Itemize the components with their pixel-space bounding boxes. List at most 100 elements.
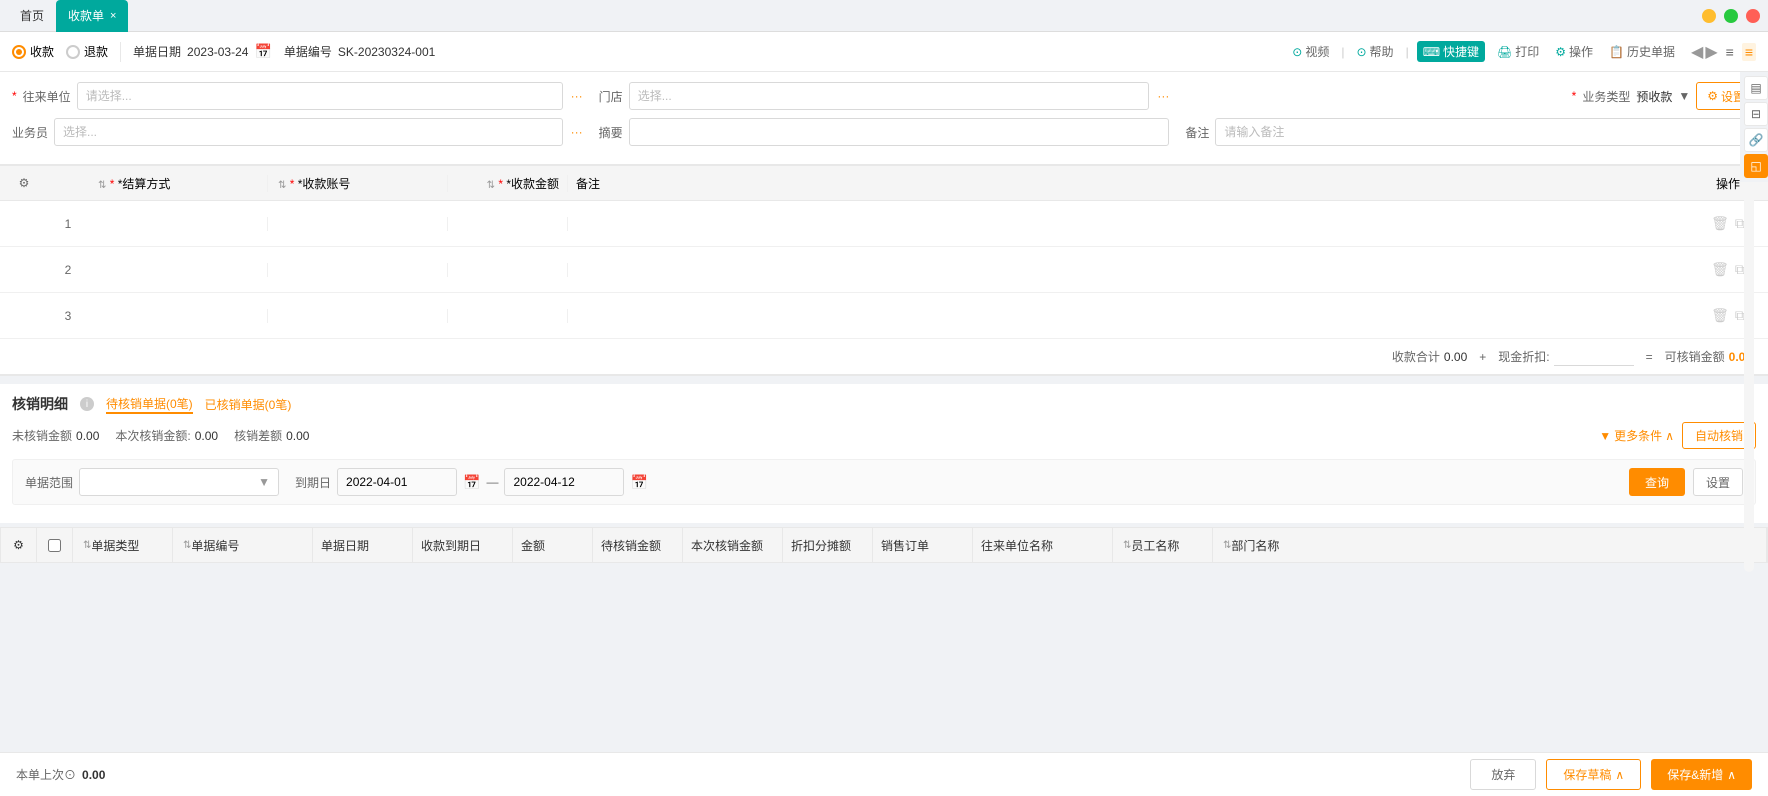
number-field: 单据编号 SK-20230324-001 <box>284 43 435 60</box>
range-select[interactable]: ▼ <box>79 468 279 496</box>
due-date-filter: 到期日 📅 — 📅 <box>295 468 648 496</box>
row-2-amount-input[interactable] <box>456 263 559 277</box>
receipt-radio-label: 收款 <box>30 43 54 60</box>
row-1-amount-input[interactable] <box>456 217 559 231</box>
panel-btn-4[interactable]: ◱ <box>1744 154 1768 178</box>
row-2-account-input[interactable] <box>276 263 439 277</box>
row-2-settlement-input[interactable] <box>96 263 259 277</box>
shortcut-btn[interactable]: ⌨ 快捷键 <box>1417 41 1485 62</box>
date-to-input[interactable] <box>504 468 624 496</box>
dt-col-pending: 待核销金额 <box>593 528 683 562</box>
calendar-icon[interactable]: 📅 <box>254 43 271 60</box>
row-2-remark-input[interactable] <box>576 263 1680 277</box>
dt-col-checkbox[interactable] <box>37 528 73 562</box>
row-2-account[interactable] <box>268 263 448 277</box>
diff-label: 核销差额 <box>234 427 282 444</box>
help-icon: ⊙ <box>1356 45 1366 59</box>
dt-col-this-verify: 本次核销金额 <box>683 528 783 562</box>
date-from-input[interactable] <box>337 468 457 496</box>
row-2-amount[interactable] <box>448 263 568 277</box>
help-btn[interactable]: ⊙ 帮助 <box>1352 41 1397 62</box>
tab-receipt-close[interactable]: × <box>110 10 116 22</box>
window-close[interactable] <box>1746 9 1760 23</box>
dt-select-all[interactable] <box>48 539 61 552</box>
business-type-required: * <box>1572 89 1577 103</box>
grid-view-icon[interactable]: ≡ <box>1726 44 1734 60</box>
row-3-delete-icon[interactable]: 🗑 <box>1711 307 1729 324</box>
remarks-input[interactable] <box>1215 118 1756 146</box>
row-2-action: 🗑 ⧉ <box>1688 261 1768 278</box>
row-3-settlement-input[interactable] <box>96 309 259 323</box>
verify-info-icon[interactable]: i <box>80 397 94 411</box>
date-value[interactable]: 2023-03-24 <box>187 45 248 59</box>
row-1-account[interactable] <box>268 217 448 231</box>
list-view-icon[interactable]: ≡ <box>1742 43 1756 61</box>
history-btn[interactable]: 📋 历史单据 <box>1605 41 1679 62</box>
row-3-account[interactable] <box>268 309 448 323</box>
salesperson-input[interactable] <box>54 118 563 146</box>
panel-btn-3[interactable]: 🔗 <box>1744 128 1768 152</box>
salesperson-dots[interactable]: ··· <box>571 125 583 139</box>
row-1-delete-icon[interactable]: 🗑 <box>1711 215 1729 232</box>
store-dots[interactable]: ··· <box>1157 89 1169 103</box>
store-input[interactable] <box>629 82 1150 110</box>
remarks-field: 备注 <box>1185 118 1756 146</box>
row-3-amount-input[interactable] <box>456 309 559 323</box>
draft-btn[interactable]: 保存草稿 ∧ <box>1546 759 1641 790</box>
row-1-account-input[interactable] <box>276 217 439 231</box>
tab-receipt[interactable]: 收款单 × <box>56 0 128 32</box>
abandon-btn[interactable]: 放弃 <box>1470 759 1536 790</box>
save-new-label: 保存&新增 <box>1667 766 1723 783</box>
panel-btn-1[interactable]: ▤ <box>1744 76 1768 100</box>
business-type-arrow[interactable]: ▼ <box>1678 89 1690 103</box>
partner-input[interactable] <box>77 82 563 110</box>
nav-prev[interactable]: ◀ <box>1691 42 1703 62</box>
verified-tab[interactable]: 已核销单据(0笔) <box>205 396 292 413</box>
dt-col-settings[interactable]: ⚙ <box>1 528 37 562</box>
date-to-calendar[interactable]: 📅 <box>630 474 647 491</box>
save-new-btn[interactable]: 保存&新增 ∧ <box>1651 759 1752 790</box>
refund-radio[interactable]: 退款 <box>66 43 108 60</box>
row-3-remark[interactable] <box>568 309 1688 323</box>
query-btn[interactable]: 查询 <box>1629 468 1685 496</box>
partner-dots[interactable]: ··· <box>571 89 583 103</box>
row-3-settlement[interactable] <box>88 309 268 323</box>
refund-radio-label: 退款 <box>84 43 108 60</box>
tab-home[interactable]: 首页 <box>8 0 56 32</box>
receipt-radio[interactable]: 收款 <box>12 43 54 60</box>
operation-btn[interactable]: ⚙ 操作 <box>1551 41 1597 62</box>
more-conditions-btn[interactable]: ▼ 更多条件 ∧ <box>1599 427 1674 444</box>
row-1-remark[interactable] <box>568 217 1688 231</box>
row-1-settlement-input[interactable] <box>96 217 259 231</box>
row-1-amount[interactable] <box>448 217 568 231</box>
nav-next[interactable]: ▶ <box>1705 42 1717 62</box>
window-minimize[interactable] <box>1702 9 1716 23</box>
print-btn[interactable]: 🖨 打印 <box>1493 41 1543 62</box>
unverified-label: 未核销金额 <box>12 427 72 444</box>
summary-input[interactable] <box>629 118 1170 146</box>
date-label: 单据日期 <box>133 43 181 60</box>
row-2-num: 2 <box>48 263 88 277</box>
window-maximize[interactable] <box>1724 9 1738 23</box>
dt-pending-label: 待核销金额 <box>601 537 661 554</box>
video-icon: ⊙ <box>1292 45 1302 59</box>
video-btn[interactable]: ⊙ 视频 <box>1288 41 1333 62</box>
shortcut-label: 快捷键 <box>1443 43 1479 60</box>
row-2-remark[interactable] <box>568 263 1688 277</box>
row-3-account-input[interactable] <box>276 309 439 323</box>
row-2-settlement[interactable] <box>88 263 268 277</box>
filter-settings-btn[interactable]: 设置 <box>1693 468 1743 496</box>
sequence-label: 本单上次⊙ <box>16 766 76 783</box>
discount-input[interactable] <box>1554 347 1634 366</box>
row-3-amount[interactable] <box>448 309 568 323</box>
row-1-settlement[interactable] <box>88 217 268 231</box>
row-3-remark-input[interactable] <box>576 309 1680 323</box>
tab-receipt-label: 收款单 <box>68 7 104 24</box>
business-type-value[interactable]: 预收款 ▼ <box>1636 88 1690 105</box>
panel-btn-2[interactable]: ⊟ <box>1744 102 1768 126</box>
date-from-calendar[interactable]: 📅 <box>463 474 480 491</box>
row-2-delete-icon[interactable]: 🗑 <box>1711 261 1729 278</box>
col-settings-header[interactable]: ⚙ <box>0 176 48 190</box>
row-1-remark-input[interactable] <box>576 217 1680 231</box>
pending-tab[interactable]: 待核销单据(0笔) <box>106 395 193 414</box>
